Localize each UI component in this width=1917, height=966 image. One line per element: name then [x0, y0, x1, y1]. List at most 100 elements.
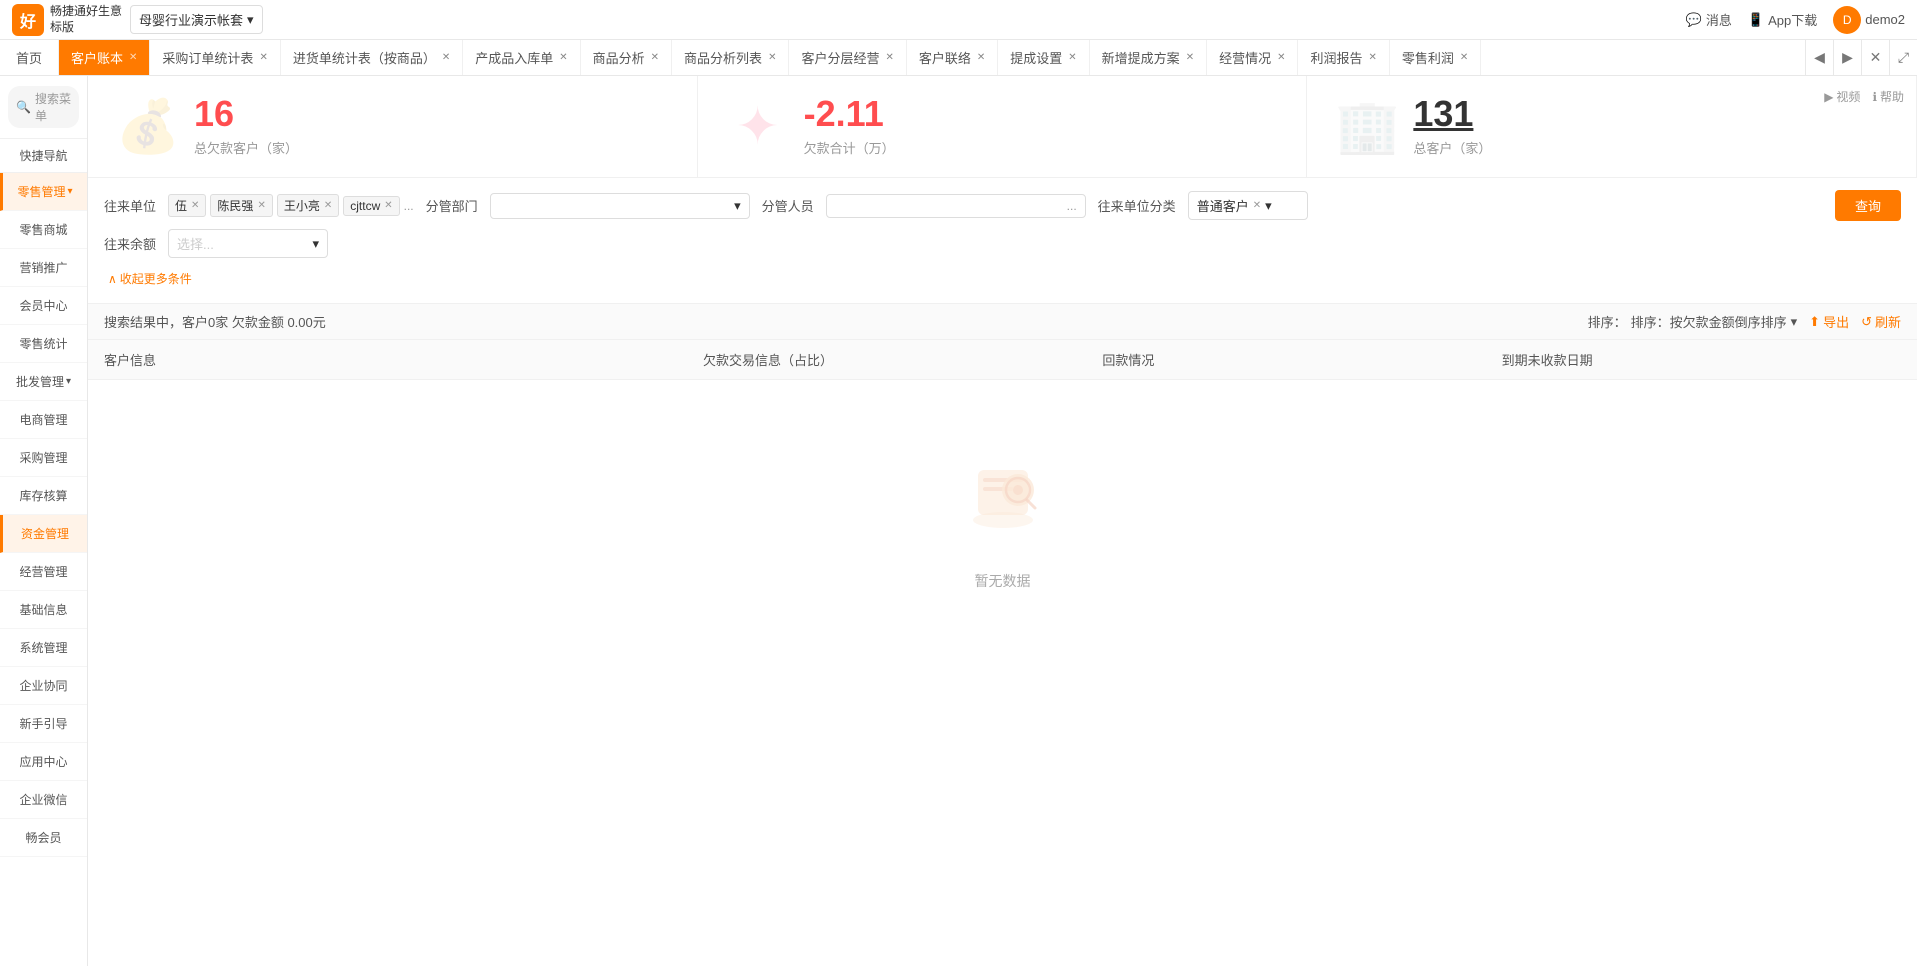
tab-close-icon[interactable]: ✕ [651, 52, 659, 63]
chevron-down-icon: ▾ [734, 198, 741, 214]
tab-business-situation[interactable]: 经营情况 ✕ [1207, 40, 1298, 76]
tab-retail-profit[interactable]: 零售利润 ✕ [1390, 40, 1481, 76]
empty-state: 暂无数据 [88, 380, 1917, 651]
sidebar-item-newbie-guide[interactable]: 新手引导 [0, 705, 87, 743]
sidebar-search-area[interactable]: 🔍 搜索菜单 [0, 76, 87, 139]
query-button[interactable]: 查询 [1835, 190, 1901, 221]
tab-close-icon[interactable]: ✕ [1460, 52, 1468, 63]
tab-close-icon[interactable]: ✕ [442, 52, 450, 63]
tab-close-all[interactable]: ✕ [1861, 40, 1889, 76]
tab-scroll-left[interactable]: ◀ [1805, 40, 1833, 76]
sidebar-item-retail-stats[interactable]: 零售统计 [0, 325, 87, 363]
refresh-btn[interactable]: ↺ 刷新 [1861, 312, 1901, 331]
sidebar-item-app-center[interactable]: 应用中心 [0, 743, 87, 781]
tab-product-storage[interactable]: 产成品入库单 ✕ [463, 40, 580, 76]
remove-tag-1-icon[interactable]: ✕ [191, 200, 199, 211]
tab-close-icon[interactable]: ✕ [129, 52, 137, 63]
sidebar-item-marketing[interactable]: 营销推广 [0, 249, 87, 287]
tab-scroll-right[interactable]: ▶ [1833, 40, 1861, 76]
filter-tag-3[interactable]: 王小亮 ✕ [277, 194, 339, 217]
export-btn[interactable]: ⬆ 导出 [1809, 312, 1849, 331]
top-bar-left: 好 畅捷通好生意 标版 母婴行业演示帐套 ▾ [12, 4, 263, 36]
remove-tag-3-icon[interactable]: ✕ [324, 200, 332, 211]
filter-dept-select[interactable]: ▾ [490, 193, 750, 219]
tab-close-icon[interactable]: ✕ [1186, 52, 1194, 63]
sidebar-item-system-mgmt[interactable]: 系统管理 [0, 629, 87, 667]
video-btn[interactable]: ▶ 视频 [1824, 88, 1860, 105]
tab-customer-tier[interactable]: 客户分层经营 ✕ [789, 40, 906, 76]
help-btn[interactable]: ℹ 帮助 [1872, 88, 1904, 105]
sidebar-item-basic-info[interactable]: 基础信息 [0, 591, 87, 629]
tab-customer-contact[interactable]: 客户联络 ✕ [907, 40, 998, 76]
tab-profit-report[interactable]: 利润报告 ✕ [1298, 40, 1389, 76]
logo-area: 好 畅捷通好生意 标版 [12, 4, 122, 36]
filter-balance-select[interactable]: 选择... ▾ [168, 229, 328, 258]
tab-new-promotion[interactable]: 新增提成方案 ✕ [1090, 40, 1207, 76]
sidebar-item-vip-member[interactable]: 畅会员 [0, 819, 87, 857]
avatar: D [1833, 6, 1861, 34]
tab-close-icon[interactable]: ✕ [1277, 52, 1285, 63]
tab-close-icon[interactable]: ✕ [259, 52, 267, 63]
logo-icon: 好 [12, 4, 44, 36]
stat-icon-debt: ✦ [728, 97, 788, 157]
filter-unit-category-select[interactable]: 普通客户 ✕ ▾ [1188, 191, 1308, 220]
tab-close-icon[interactable]: ✕ [977, 52, 985, 63]
sidebar-item-capital-mgmt[interactable]: 资金管理 [0, 515, 87, 553]
page-content: 💰 16 总欠款客户（家） ✦ -2.11 欠款合计（万） [88, 76, 1917, 966]
download-icon: 📱 [1748, 12, 1764, 28]
remove-tag-4-icon[interactable]: ✕ [384, 200, 392, 211]
sidebar-item-retail-mgmt[interactable]: 零售管理 ▾ [0, 173, 87, 211]
tab-purchase-stats[interactable]: 采购订单统计表 ✕ [150, 40, 280, 76]
tab-maximize[interactable]: ⤢ [1889, 40, 1917, 76]
tab-home[interactable]: 首页 [0, 40, 59, 76]
sidebar-item-ecommerce-mgmt[interactable]: 电商管理 [0, 401, 87, 439]
tab-account-book[interactable]: 客户账本 ✕ [59, 40, 150, 76]
sidebar-item-retail-mall[interactable]: 零售商城 [0, 211, 87, 249]
tab-close-icon[interactable]: ✕ [1068, 52, 1076, 63]
col-repayment: 回款情况 [1102, 350, 1501, 369]
tab-close-icon[interactable]: ✕ [559, 52, 567, 63]
top-bar-right: 💬 消息 📱 App下载 D demo2 [1686, 6, 1905, 34]
main-layout: 🔍 搜索菜单 快捷导航 零售管理 ▾ 零售商城 营销推广 会员中心 零售统计 批… [0, 76, 1917, 966]
video-help-area: ▶ 视频 ℹ 帮助 [1824, 88, 1904, 105]
filter-area: 往来单位 伍 ✕ 陈民强 ✕ 王小亮 ✕ [88, 178, 1917, 304]
sidebar-item-member-center[interactable]: 会员中心 [0, 287, 87, 325]
empty-icon [953, 440, 1053, 559]
collapse-filter-btn[interactable]: ∧ 收起更多条件 [108, 270, 1897, 287]
account-selector[interactable]: 母婴行业演示帐套 ▾ [130, 5, 263, 34]
tab-close-icon[interactable]: ✕ [1369, 52, 1377, 63]
tab-product-analysis-list[interactable]: 商品分析列表 ✕ [672, 40, 789, 76]
filter-collapse-row: ∧ 收起更多条件 [104, 266, 1901, 291]
tab-product-analysis[interactable]: 商品分析 ✕ [581, 40, 672, 76]
sidebar-item-enterprise-wechat[interactable]: 企业微信 [0, 781, 87, 819]
search-icon: 🔍 [16, 100, 31, 114]
sidebar-item-quick-nav[interactable]: 快捷导航 [0, 139, 87, 173]
search-menu-box[interactable]: 🔍 搜索菜单 [8, 86, 79, 128]
chevron-down-icon: ▾ [1265, 198, 1272, 214]
filter-person-select[interactable]: ... [826, 194, 1086, 218]
tab-stock-stats[interactable]: 进货单统计表（按商品） ✕ [281, 40, 463, 76]
filter-tag-1[interactable]: 伍 ✕ [168, 194, 206, 217]
refresh-icon: ↺ [1861, 314, 1872, 330]
tab-promotion-settings[interactable]: 提成设置 ✕ [998, 40, 1089, 76]
sidebar-item-operations-mgmt[interactable]: 经营管理 [0, 553, 87, 591]
remove-category-icon[interactable]: ✕ [1253, 200, 1261, 211]
filter-label-balance: 往来余额 [104, 234, 156, 253]
filter-tag-2[interactable]: 陈民强 ✕ [210, 194, 272, 217]
stat-value-total-customers: 131 [1413, 96, 1491, 132]
remove-tag-2-icon[interactable]: ✕ [257, 200, 265, 211]
filter-more-btn[interactable]: ... [404, 199, 414, 213]
tab-close-icon[interactable]: ✕ [768, 52, 776, 63]
ellipsis-btn[interactable]: ... [1067, 199, 1077, 213]
sidebar-item-enterprise-collab[interactable]: 企业协同 [0, 667, 87, 705]
filter-tag-4[interactable]: cjttcw ✕ [343, 196, 399, 216]
tab-close-icon[interactable]: ✕ [885, 52, 893, 63]
app-download-btn[interactable]: 📱 App下载 [1748, 10, 1817, 29]
logo-text: 畅捷通好生意 标版 [50, 4, 122, 35]
sidebar-item-purchase-mgmt[interactable]: 采购管理 [0, 439, 87, 477]
sort-select[interactable]: 排序： 排序：按欠款金额倒序排序 ▾ [1588, 312, 1798, 331]
user-profile-btn[interactable]: D demo2 [1833, 6, 1905, 34]
sidebar-item-wholesale-mgmt[interactable]: 批发管理 ▾ [0, 363, 87, 401]
message-btn[interactable]: 💬 消息 [1686, 10, 1732, 29]
sidebar-item-inventory-check[interactable]: 库存核算 [0, 477, 87, 515]
